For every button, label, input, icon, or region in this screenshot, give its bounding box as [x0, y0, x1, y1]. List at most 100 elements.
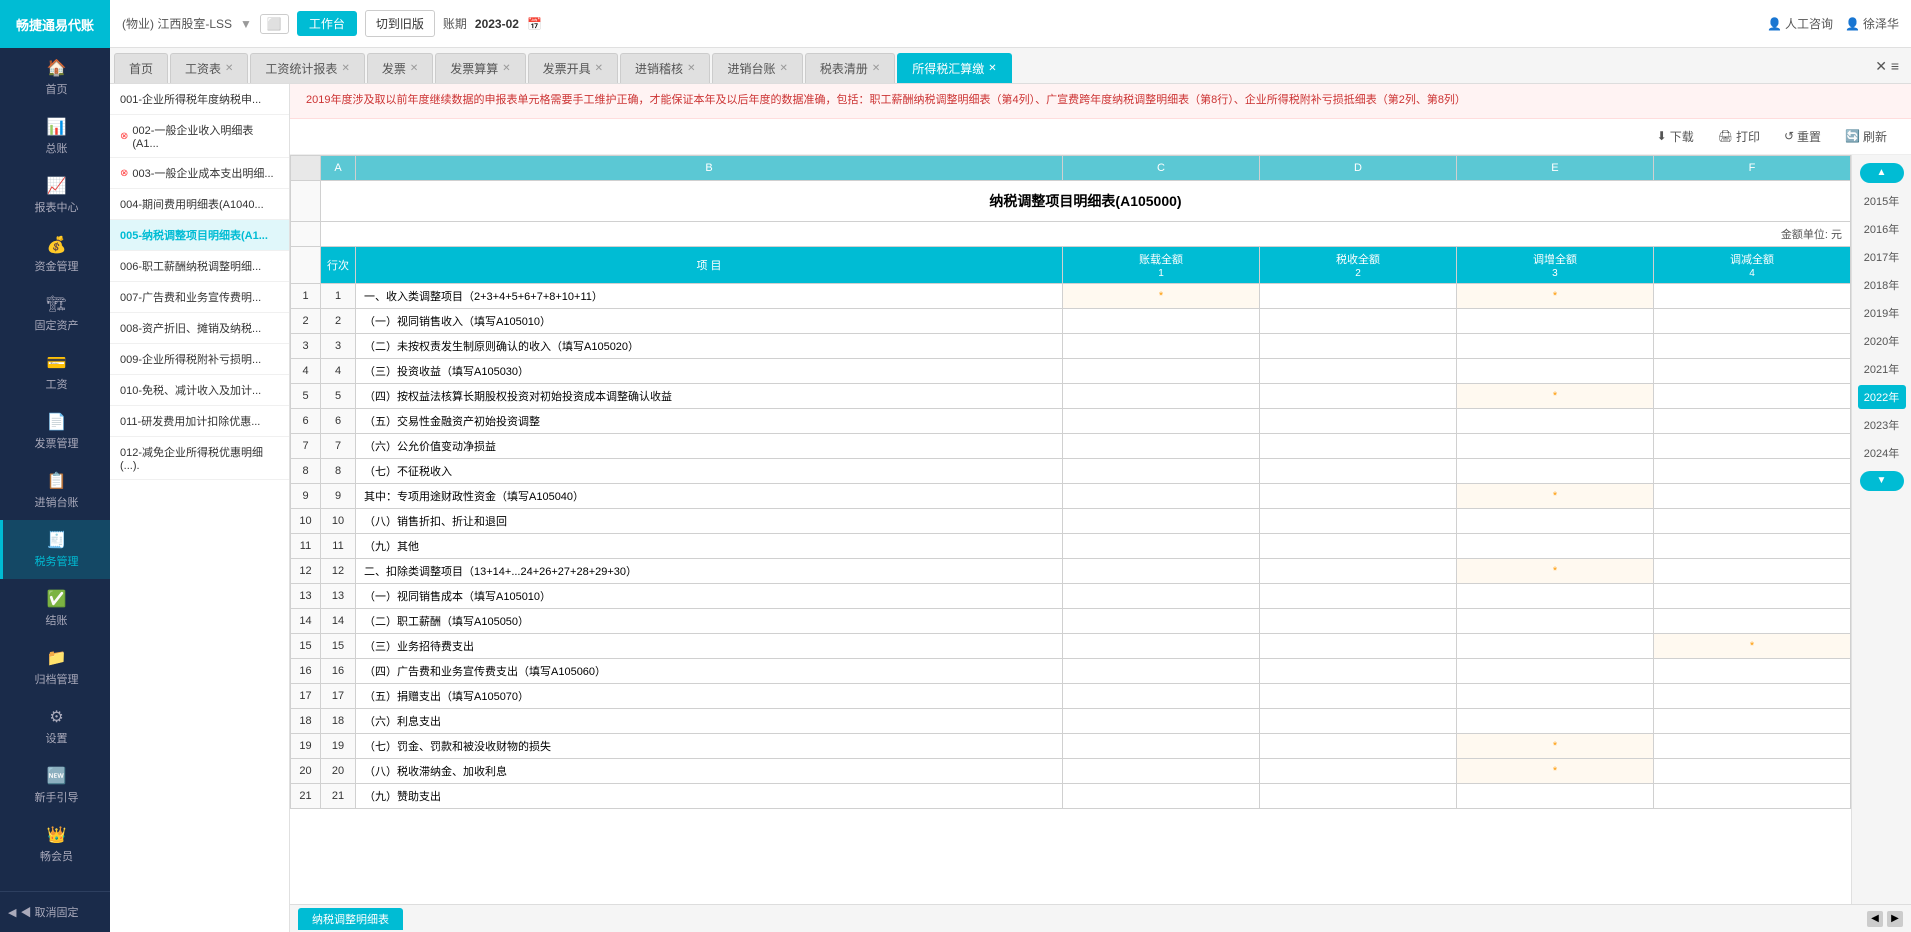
- cell-r13-c3[interactable]: [1653, 608, 1850, 633]
- sidebar-item-settlement[interactable]: ✅ 结账: [0, 579, 110, 638]
- cell-r13-c2[interactable]: [1456, 608, 1653, 633]
- cell-r7-c3[interactable]: [1653, 458, 1850, 483]
- cell-r3-c2[interactable]: [1456, 358, 1653, 383]
- year-btn-2019[interactable]: 2019年: [1858, 301, 1906, 325]
- cell-r5-c2[interactable]: [1456, 408, 1653, 433]
- sidebar-item-settings[interactable]: ⚙ 设置: [0, 697, 110, 756]
- sidebar-item-home[interactable]: 🏠 首页: [0, 48, 110, 107]
- cell-r10-c1[interactable]: [1259, 533, 1456, 558]
- calendar-icon[interactable]: 📅: [527, 17, 542, 31]
- year-btn-2020[interactable]: 2020年: [1858, 329, 1906, 353]
- pin-toggle[interactable]: ◀ ◀ 取消固定: [8, 900, 102, 924]
- cell-r7-c0[interactable]: [1063, 458, 1260, 483]
- cell-r2-c2[interactable]: [1456, 333, 1653, 358]
- tab-close-salary_stat[interactable]: ✕: [341, 63, 349, 74]
- cell-r9-c2[interactable]: [1456, 508, 1653, 533]
- cell-r19-c1[interactable]: [1259, 758, 1456, 783]
- left-panel-item-005[interactable]: 005-纳税调整项目明细表(A1...: [110, 220, 289, 251]
- cell-r3-c1[interactable]: [1259, 358, 1456, 383]
- cell-r11-c3[interactable]: [1653, 558, 1850, 583]
- cell-r3-c3[interactable]: [1653, 358, 1850, 383]
- cell-r7-c1[interactable]: [1259, 458, 1456, 483]
- company-dropdown-icon[interactable]: ▼: [240, 17, 252, 31]
- left-panel-item-003[interactable]: ⊗003-一般企业成本支出明细...: [110, 158, 289, 189]
- bottom-sheet-tab[interactable]: 纳税调整明细表: [298, 908, 403, 930]
- switch-old-button[interactable]: 切到旧版: [365, 10, 435, 37]
- cell-r20-c2[interactable]: [1456, 783, 1653, 808]
- tab-purchase_check[interactable]: 进销稽核 ✕: [620, 53, 710, 83]
- cell-r14-c3[interactable]: *: [1653, 633, 1850, 658]
- sidebar-item-member[interactable]: 👑 畅会员: [0, 815, 110, 874]
- tab-close-income_tax[interactable]: ✕: [988, 63, 996, 74]
- left-panel-item-007[interactable]: 007-广告费和业务宣传费明...: [110, 282, 289, 313]
- tab-invoice[interactable]: 发票 ✕: [367, 53, 433, 83]
- cell-r1-c3[interactable]: [1653, 308, 1850, 333]
- cell-r16-c1[interactable]: [1259, 683, 1456, 708]
- tab-invoice_open[interactable]: 发票开具 ✕: [528, 53, 618, 83]
- refresh-button[interactable]: 🔄 刷新: [1837, 125, 1895, 148]
- cell-r12-c1[interactable]: [1259, 583, 1456, 608]
- cell-r15-c1[interactable]: [1259, 658, 1456, 683]
- left-panel-item-012[interactable]: 012-减免企业所得税优惠明细(...).: [110, 437, 289, 480]
- left-panel-item-010[interactable]: 010-免税、减计收入及加计...: [110, 375, 289, 406]
- cell-r4-c3[interactable]: [1653, 383, 1850, 408]
- cell-r1-c2[interactable]: [1456, 308, 1653, 333]
- sidebar-item-report[interactable]: 📈 报表中心: [0, 166, 110, 225]
- cell-r17-c2[interactable]: [1456, 708, 1653, 733]
- topbar-copy-icon[interactable]: ⬜: [260, 14, 289, 34]
- cell-r10-c2[interactable]: [1456, 533, 1653, 558]
- tab-close-invoice_calc[interactable]: ✕: [502, 63, 510, 74]
- tab-close-invoice[interactable]: ✕: [410, 63, 418, 74]
- left-panel-item-002[interactable]: ⊗002-一般企业收入明细表(A1...: [110, 115, 289, 158]
- tab-tax_clear[interactable]: 税表清册 ✕: [805, 53, 895, 83]
- tab-close-purchase_check[interactable]: ✕: [687, 63, 695, 74]
- tab-invoice_calc[interactable]: 发票算算 ✕: [435, 53, 525, 83]
- year-btn-2023[interactable]: 2023年: [1858, 413, 1906, 437]
- cell-r20-c1[interactable]: [1259, 783, 1456, 808]
- cell-r19-c0[interactable]: [1063, 758, 1260, 783]
- cell-r1-c0[interactable]: [1063, 308, 1260, 333]
- year-scroll-up[interactable]: ▲: [1860, 163, 1904, 183]
- cell-r6-c1[interactable]: [1259, 433, 1456, 458]
- cell-r10-c3[interactable]: [1653, 533, 1850, 558]
- cell-r8-c0[interactable]: [1063, 483, 1260, 508]
- tab-income_tax[interactable]: 所得税汇算缴 ✕: [897, 53, 1011, 83]
- cell-r6-c2[interactable]: [1456, 433, 1653, 458]
- year-scroll-down[interactable]: ▼: [1860, 471, 1904, 491]
- cell-r4-c2[interactable]: *: [1456, 383, 1653, 408]
- left-panel-item-009[interactable]: 009-企业所得税附补亏损明...: [110, 344, 289, 375]
- cell-r19-c2[interactable]: *: [1456, 758, 1653, 783]
- cell-r5-c3[interactable]: [1653, 408, 1850, 433]
- cell-r0-c0[interactable]: *: [1063, 283, 1260, 308]
- sidebar-item-ledger2[interactable]: 📋 进销台账: [0, 461, 110, 520]
- cell-r15-c0[interactable]: [1063, 658, 1260, 683]
- year-btn-2022[interactable]: 2022年: [1858, 385, 1906, 409]
- cell-r3-c0[interactable]: [1063, 358, 1260, 383]
- cell-r1-c1[interactable]: [1259, 308, 1456, 333]
- cell-r18-c0[interactable]: [1063, 733, 1260, 758]
- tab-salary_stat[interactable]: 工资统计报表 ✕: [250, 53, 364, 83]
- cell-r14-c0[interactable]: [1063, 633, 1260, 658]
- cell-r4-c1[interactable]: [1259, 383, 1456, 408]
- cell-r20-c0[interactable]: [1063, 783, 1260, 808]
- cell-r9-c0[interactable]: [1063, 508, 1260, 533]
- scroll-right-btn[interactable]: ▶: [1887, 911, 1903, 927]
- cell-r18-c1[interactable]: [1259, 733, 1456, 758]
- cell-r7-c2[interactable]: [1456, 458, 1653, 483]
- cell-r17-c1[interactable]: [1259, 708, 1456, 733]
- cell-r10-c0[interactable]: [1063, 533, 1260, 558]
- cell-r6-c3[interactable]: [1653, 433, 1850, 458]
- cell-r9-c3[interactable]: [1653, 508, 1850, 533]
- cell-r11-c1[interactable]: [1259, 558, 1456, 583]
- year-btn-2016[interactable]: 2016年: [1858, 217, 1906, 241]
- cell-r9-c1[interactable]: [1259, 508, 1456, 533]
- cell-r8-c3[interactable]: [1653, 483, 1850, 508]
- cell-r20-c3[interactable]: [1653, 783, 1850, 808]
- tab-purchase_ledger[interactable]: 进销台账 ✕: [712, 53, 802, 83]
- left-panel-item-011[interactable]: 011-研发费用加计扣除优惠...: [110, 406, 289, 437]
- cell-r17-c3[interactable]: [1653, 708, 1850, 733]
- cell-r16-c2[interactable]: [1456, 683, 1653, 708]
- cell-r15-c3[interactable]: [1653, 658, 1850, 683]
- scroll-left-btn[interactable]: ◀: [1867, 911, 1883, 927]
- cell-r2-c0[interactable]: [1063, 333, 1260, 358]
